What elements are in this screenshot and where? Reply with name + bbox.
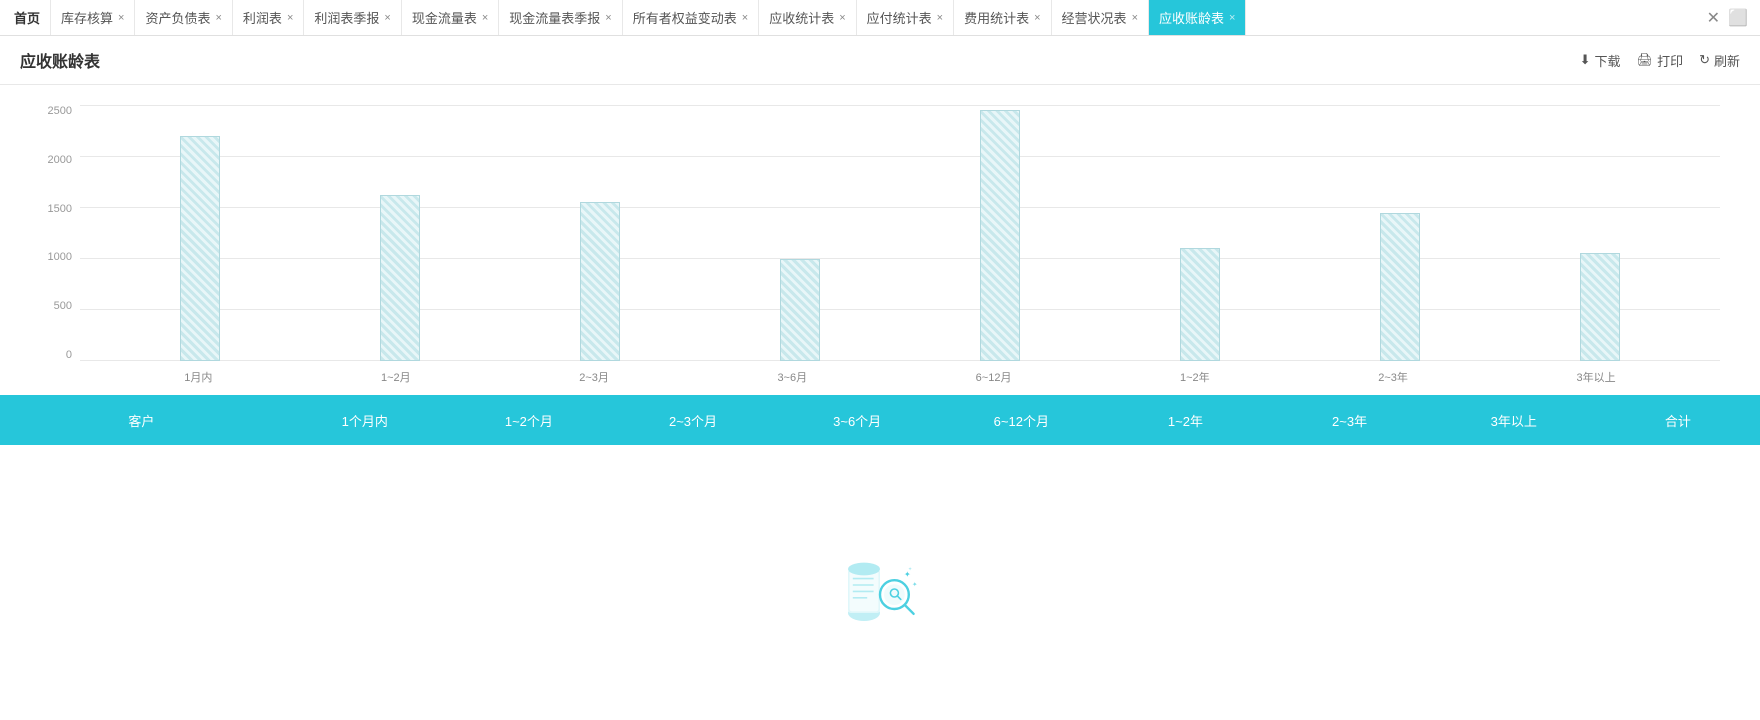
tab-close-profit-quarterly[interactable]: × xyxy=(384,12,390,24)
bar xyxy=(980,110,1020,361)
tab-item-equity[interactable]: 所有者权益变动表× xyxy=(623,0,759,36)
tab-item-balance-sheet[interactable]: 资产负债表× xyxy=(135,0,232,36)
table-header: 客户1个月内1~2个月2~3个月3~6个月6~12个月1~2年2~3年3年以上合… xyxy=(0,395,1760,445)
bar xyxy=(1180,248,1220,361)
y-label: 0 xyxy=(66,349,72,361)
table-header-cell-7: 2~3年 xyxy=(1268,411,1432,430)
tab-close-ar-stats[interactable]: × xyxy=(839,12,845,24)
close-button[interactable]: ✕ xyxy=(1707,8,1720,28)
tab-close-ap-stats[interactable]: × xyxy=(937,12,943,24)
tab-item-ap-stats[interactable]: 应付统计表× xyxy=(857,0,954,36)
tab-close-operations[interactable]: × xyxy=(1132,12,1138,24)
tab-item-operations[interactable]: 经营状况表× xyxy=(1052,0,1149,36)
tab-close-cashflow[interactable]: × xyxy=(482,12,488,24)
tab-close-expense-stats[interactable]: × xyxy=(1034,12,1040,24)
bar-group xyxy=(1380,213,1420,361)
svg-text:✦: ✦ xyxy=(912,581,917,588)
page-title: 应收账龄表 xyxy=(20,48,100,72)
table-header-cell-3: 2~3个月 xyxy=(611,411,775,430)
tab-item-ar-aging[interactable]: 应收账龄表× xyxy=(1149,0,1246,36)
y-label: 2000 xyxy=(48,154,72,166)
refresh-button[interactable]: ↻ 刷新 xyxy=(1699,51,1740,70)
download-button[interactable]: ⬇ 下载 xyxy=(1580,51,1621,70)
bar xyxy=(180,136,220,361)
x-label: 1~2年 xyxy=(1180,369,1210,385)
x-labels: 1月内 1~2月 2~3月 3~6月 6~12月 1~2年 2~3年 3年以上 xyxy=(80,369,1720,385)
y-label: 1500 xyxy=(48,203,72,215)
tab-close-ar-aging[interactable]: × xyxy=(1229,12,1235,24)
bar-chart: 2500 2000 1500 1000 500 0 1月内 1~2月 2~3月 3~6月 6~12… xyxy=(40,105,1720,385)
print-icon: 🖨 xyxy=(1637,52,1654,68)
tab-close-cashflow-quarterly[interactable]: × xyxy=(605,12,611,24)
bar xyxy=(780,259,820,361)
empty-illustration: ✦ ✦ ✦ xyxy=(830,553,930,633)
tab-item-profit[interactable]: 利润表× xyxy=(233,0,304,36)
table-header-cell-9: 合计 xyxy=(1596,411,1760,430)
table-header-cell-6: 1~2年 xyxy=(1103,411,1267,430)
y-label: 2500 xyxy=(48,105,72,117)
maximize-button[interactable]: ⬜ xyxy=(1728,8,1748,28)
tab-close-equity[interactable]: × xyxy=(742,12,748,24)
tab-item-cashflow-quarterly[interactable]: 现金流量表季报× xyxy=(499,0,622,36)
tab-item-home[interactable]: 首页 xyxy=(4,0,51,36)
tab-item-inventory[interactable]: 库存核算× xyxy=(51,0,135,36)
table-header-cell-4: 3~6个月 xyxy=(775,411,939,430)
table-header-cell-0: 客户 xyxy=(0,411,283,430)
main-content: 2500 2000 1500 1000 500 0 1月内 1~2月 2~3月 3~6月 6~12… xyxy=(0,85,1760,720)
x-label: 1~2月 xyxy=(381,369,411,385)
bar-group xyxy=(380,195,420,361)
x-label: 3~6月 xyxy=(777,369,807,385)
chart-y-axis: 2500 2000 1500 1000 500 0 xyxy=(40,105,80,385)
table-header-cell-1: 1个月内 xyxy=(283,411,447,430)
tab-item-cashflow[interactable]: 现金流量表× xyxy=(402,0,499,36)
page-header: 应收账龄表 ⬇ 下载 🖨 打印 ↻ 刷新 xyxy=(0,36,1760,85)
tab-item-ar-stats[interactable]: 应收统计表× xyxy=(759,0,856,36)
print-button[interactable]: 🖨 打印 xyxy=(1637,51,1684,70)
window-controls: ✕ ⬜ xyxy=(1707,8,1756,28)
x-label: 6~12月 xyxy=(976,369,1012,385)
bar-group xyxy=(580,202,620,361)
y-label: 1000 xyxy=(48,251,72,263)
x-label: 3年以上 xyxy=(1576,369,1615,385)
tab-item-profit-quarterly[interactable]: 利润表季报× xyxy=(304,0,401,36)
x-label: 1月内 xyxy=(184,369,212,385)
tab-close-balance-sheet[interactable]: × xyxy=(215,12,221,24)
bar xyxy=(1380,213,1420,361)
table-header-cell-8: 3年以上 xyxy=(1432,411,1596,430)
refresh-icon: ↻ xyxy=(1699,52,1710,68)
tab-close-profit[interactable]: × xyxy=(287,12,293,24)
download-icon: ⬇ xyxy=(1580,52,1591,68)
x-label: 2~3年 xyxy=(1378,369,1408,385)
chart-area: 2500 2000 1500 1000 500 0 1月内 1~2月 2~3月 3~6月 6~12… xyxy=(0,85,1760,395)
table-header-cell-5: 6~12个月 xyxy=(939,411,1103,430)
bar-group xyxy=(1180,248,1220,361)
bar-group xyxy=(180,136,220,361)
bar xyxy=(380,195,420,361)
header-actions: ⬇ 下载 🖨 打印 ↻ 刷新 xyxy=(1580,51,1740,70)
tab-item-expense-stats[interactable]: 费用统计表× xyxy=(954,0,1051,36)
x-label: 2~3月 xyxy=(579,369,609,385)
bar-group xyxy=(1580,253,1620,361)
y-label: 500 xyxy=(54,300,72,312)
tab-bar: 首页库存核算×资产负债表×利润表×利润表季报×现金流量表×现金流量表季报×所有者… xyxy=(0,0,1760,36)
bar xyxy=(1580,253,1620,361)
svg-text:✦: ✦ xyxy=(908,566,912,572)
bar xyxy=(580,202,620,361)
table-header-cell-2: 1~2个月 xyxy=(447,411,611,430)
chart-body: 1月内 1~2月 2~3月 3~6月 6~12月 1~2年 2~3年 3年以上 xyxy=(80,105,1720,385)
bar-group xyxy=(780,259,820,361)
empty-state: ✦ ✦ ✦ xyxy=(0,445,1760,720)
bar-group xyxy=(980,110,1020,361)
bars-container xyxy=(80,105,1720,361)
tab-close-inventory[interactable]: × xyxy=(118,12,124,24)
